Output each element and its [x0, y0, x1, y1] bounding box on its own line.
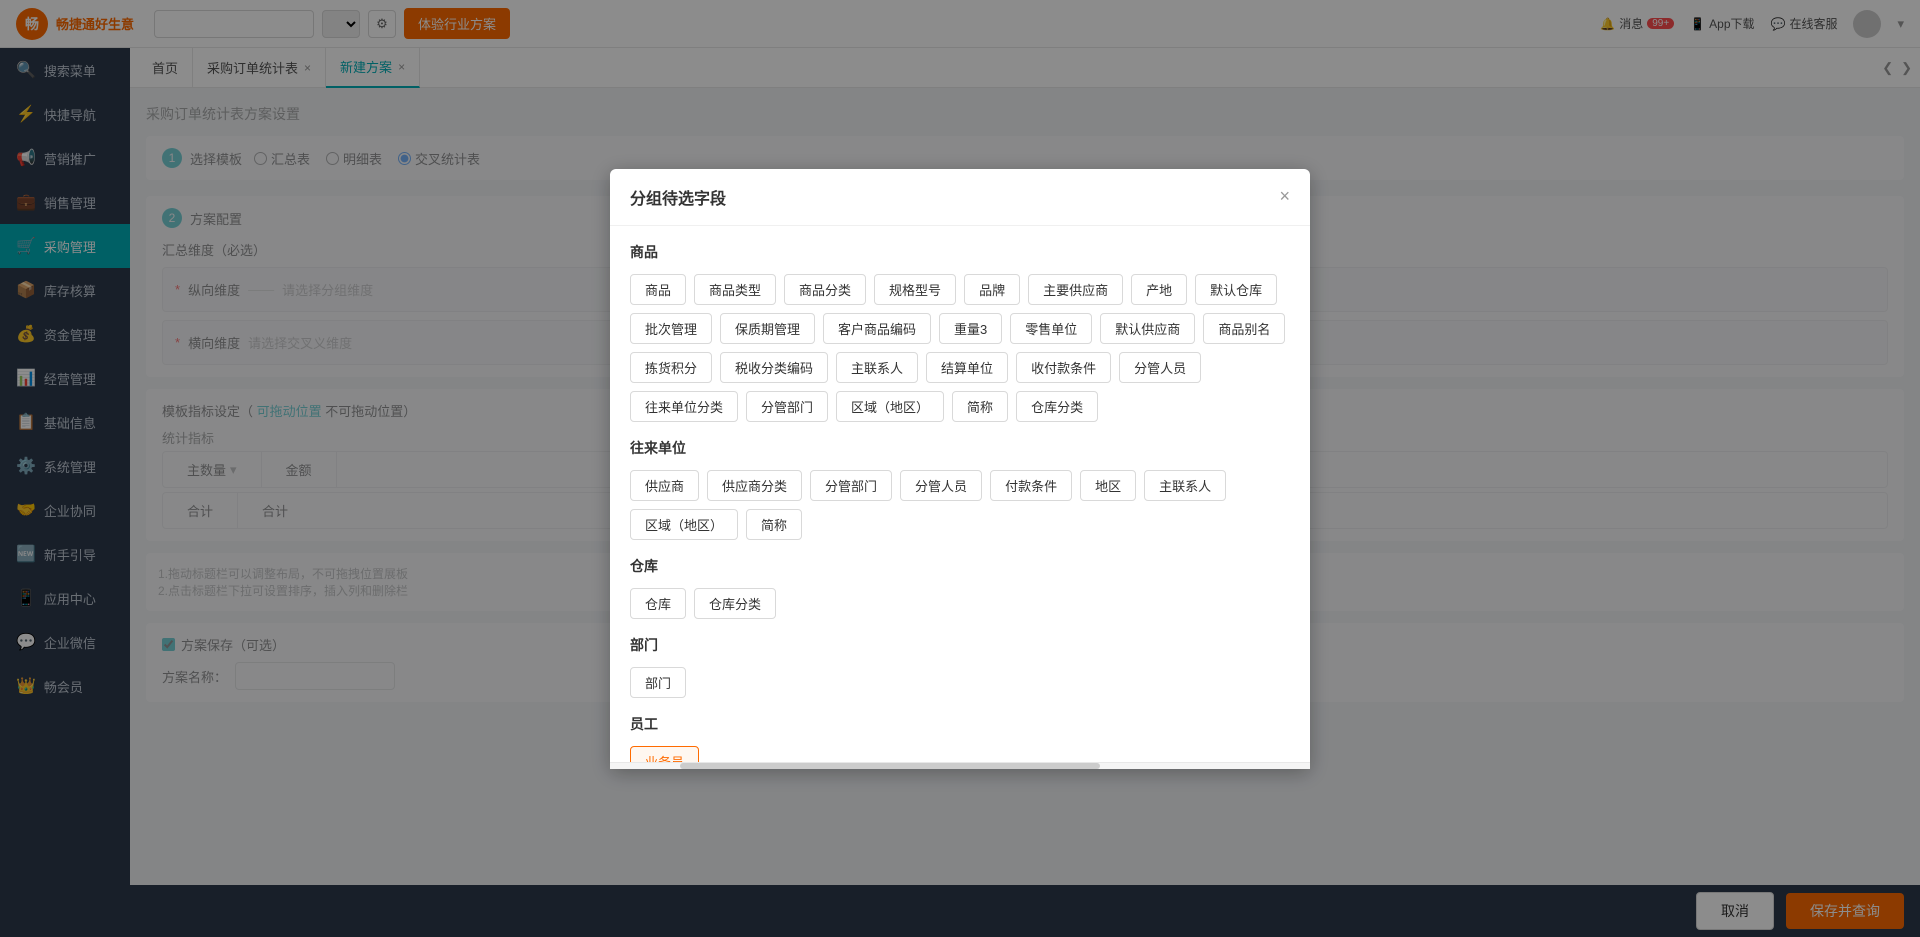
modal-body: 商品商品商品类型商品分类规格型号品牌主要供应商产地默认仓库批次管理保质期管理客户…	[610, 226, 1310, 762]
field-group-tags-3: 部门	[630, 667, 1290, 698]
field-tag-0-1[interactable]: 商品类型	[694, 274, 776, 305]
field-tag-0-20[interactable]: 分管人员	[1119, 352, 1201, 383]
modal-scroll-thumb	[680, 763, 1100, 769]
field-group-title-3: 部门	[630, 635, 1290, 655]
field-group-tags-2: 仓库仓库分类	[630, 588, 1290, 619]
field-tag-2-1[interactable]: 仓库分类	[694, 588, 776, 619]
field-group-title-4: 员工	[630, 714, 1290, 734]
field-tag-1-0[interactable]: 供应商	[630, 470, 699, 501]
field-tag-2-0[interactable]: 仓库	[630, 588, 686, 619]
field-tag-0-4[interactable]: 品牌	[964, 274, 1020, 305]
field-tag-0-18[interactable]: 结算单位	[926, 352, 1008, 383]
field-tag-0-0[interactable]: 商品	[630, 274, 686, 305]
field-tag-0-5[interactable]: 主要供应商	[1028, 274, 1123, 305]
field-tag-0-12[interactable]: 零售单位	[1010, 313, 1092, 344]
field-tag-0-8[interactable]: 批次管理	[630, 313, 712, 344]
field-tag-0-11[interactable]: 重量3	[939, 313, 1002, 344]
field-group-tags-1: 供应商供应商分类分管部门分管人员付款条件地区主联系人区域（地区） 简称	[630, 470, 1290, 540]
field-tag-1-6[interactable]: 主联系人	[1144, 470, 1226, 501]
field-tag-0-24[interactable]: 简称	[952, 391, 1008, 422]
field-tag-1-3[interactable]: 分管人员	[900, 470, 982, 501]
field-selection-modal: 分组待选字段 × 商品商品商品类型商品分类规格型号品牌主要供应商产地默认仓库批次…	[610, 169, 1310, 769]
field-tag-0-22[interactable]: 分管部门	[746, 391, 828, 422]
field-tag-1-1[interactable]: 供应商分类	[707, 470, 802, 501]
field-tag-1-5[interactable]: 地区	[1080, 470, 1136, 501]
field-tag-0-2[interactable]: 商品分类	[784, 274, 866, 305]
field-tag-0-15[interactable]: 拣货积分	[630, 352, 712, 383]
field-tag-0-9[interactable]: 保质期管理	[720, 313, 815, 344]
field-tag-0-21[interactable]: 往来单位分类	[630, 391, 738, 422]
field-group-tags-0: 商品商品类型商品分类规格型号品牌主要供应商产地默认仓库批次管理保质期管理客户商品…	[630, 274, 1290, 422]
field-tag-3-0[interactable]: 部门	[630, 667, 686, 698]
field-group-title-0: 商品	[630, 242, 1290, 262]
field-tag-0-23[interactable]: 区域（地区）	[836, 391, 944, 422]
field-tag-0-6[interactable]: 产地	[1131, 274, 1187, 305]
modal-overlay: 分组待选字段 × 商品商品商品类型商品分类规格型号品牌主要供应商产地默认仓库批次…	[0, 0, 1920, 937]
field-group-title-1: 往来单位	[630, 438, 1290, 458]
field-tag-1-4[interactable]: 付款条件	[990, 470, 1072, 501]
field-tag-0-19[interactable]: 收付款条件	[1016, 352, 1111, 383]
field-tag-4-0[interactable]: 业务员	[630, 746, 699, 762]
field-tag-1-7[interactable]: 区域（地区）	[630, 509, 738, 540]
modal-title: 分组待选字段	[630, 185, 726, 209]
field-tag-0-3[interactable]: 规格型号	[874, 274, 956, 305]
modal-horizontal-scrollbar[interactable]	[610, 762, 1310, 769]
field-tag-0-7[interactable]: 默认仓库	[1195, 274, 1277, 305]
field-group-title-2: 仓库	[630, 556, 1290, 576]
field-tag-0-16[interactable]: 税收分类编码	[720, 352, 828, 383]
field-tag-1-8[interactable]: 简称	[746, 509, 802, 540]
field-tag-0-25[interactable]: 仓库分类	[1016, 391, 1098, 422]
field-tag-0-17[interactable]: 主联系人	[836, 352, 918, 383]
modal-header: 分组待选字段 ×	[610, 169, 1310, 226]
field-tag-1-2[interactable]: 分管部门	[810, 470, 892, 501]
field-tag-0-14[interactable]: 商品别名	[1203, 313, 1285, 344]
modal-close-button[interactable]: ×	[1279, 186, 1290, 207]
field-tag-0-10[interactable]: 客户商品编码	[823, 313, 931, 344]
field-group-tags-4: 业务员	[630, 746, 1290, 762]
field-tag-0-13[interactable]: 默认供应商	[1100, 313, 1195, 344]
